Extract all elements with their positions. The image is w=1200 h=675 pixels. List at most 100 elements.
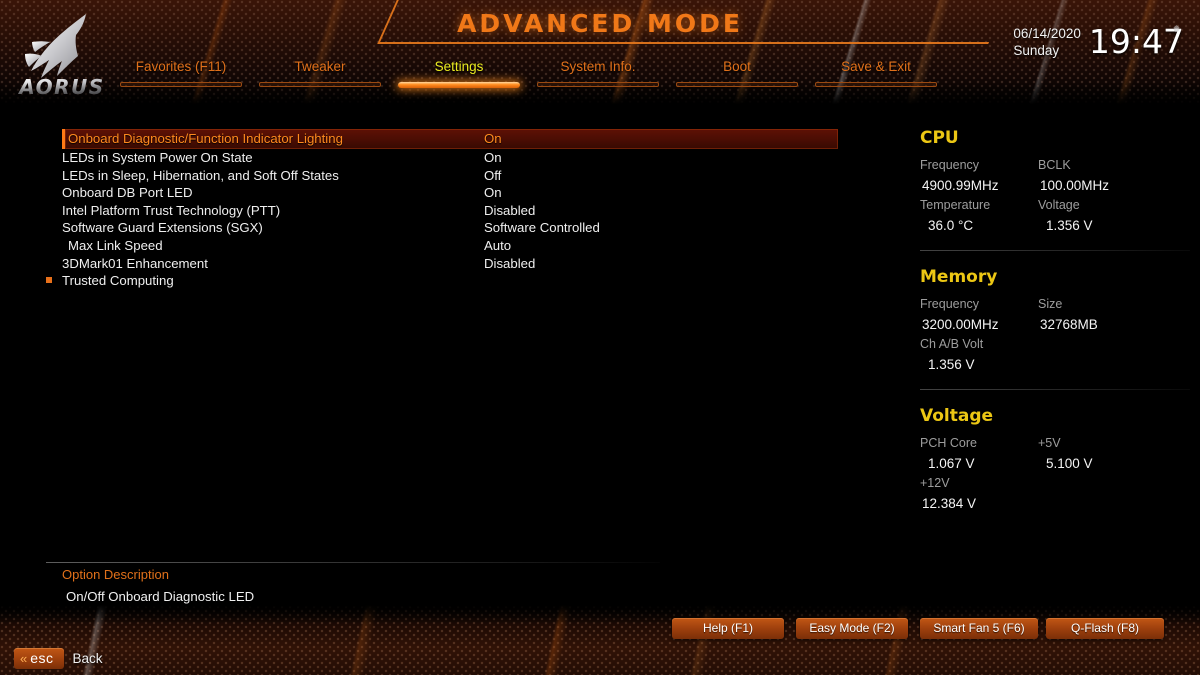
sidebar-metric: PCH Core 1.067 V (920, 434, 1038, 474)
setting-name: Onboard DB Port LED (62, 185, 193, 201)
tab-boot[interactable]: Boot (676, 58, 798, 87)
tab-underline (398, 82, 520, 88)
tab-favorites-f11[interactable]: Favorites (F11) (120, 58, 242, 87)
settings-row[interactable]: LEDs in Sleep, Hibernation, and Soft Off… (0, 167, 860, 185)
metric-value: 100.00MHz (1040, 178, 1110, 193)
metric-value: 12.384 V (922, 496, 977, 511)
tab-label: Favorites (F11) (135, 59, 227, 74)
tab-underline (815, 82, 937, 87)
setting-value[interactable]: Disabled (484, 202, 535, 220)
metric-label: Frequency (920, 297, 980, 311)
sidebar-divider (920, 250, 1190, 251)
sidebar-divider (920, 389, 1190, 390)
settings-row[interactable]: 3DMark01 Enhancement Disabled (0, 255, 860, 273)
setting-name: LEDs in System Power On State (62, 150, 253, 165)
option-description-title: Option Description (62, 567, 169, 582)
setting-value[interactable]: Off (484, 167, 501, 185)
tab-system-info[interactable]: System Info. (537, 58, 659, 87)
settings-row[interactable]: Trusted Computing (0, 272, 860, 290)
sidebar-metric: Size 32768MB (1038, 295, 1156, 335)
footer-button-q-flash-f8[interactable]: Q-Flash (F8) (1046, 618, 1164, 639)
metric-label: Temperature (920, 198, 991, 212)
settings-row[interactable]: Onboard Diagnostic/Function Indicator Li… (0, 129, 860, 149)
esc-key-badge[interactable]: «esc (14, 648, 64, 669)
setting-value[interactable]: On (484, 130, 502, 148)
setting-value[interactable]: On (484, 184, 502, 202)
tab-underline (120, 82, 242, 87)
settings-row[interactable]: LEDs in System Power On State On (0, 149, 860, 167)
footer-banner (0, 605, 1200, 675)
settings-row[interactable]: Intel Platform Trust Technology (PTT) Dis… (0, 202, 860, 220)
tab-underline (537, 82, 659, 87)
sidebar-metric-grid: Frequency 3200.00MHz Size 32768MB Ch A/B Vol… (920, 295, 1190, 375)
tab-underline (259, 82, 381, 87)
metric-value: 32768MB (1040, 317, 1098, 332)
bios-advanced-mode-screen: AORUS ADVANCED MODE 06/14/2020 Sunday 19… (0, 0, 1200, 675)
footer-button-help-f1[interactable]: Help (F1) (672, 618, 784, 639)
submenu-bullet-icon (46, 277, 52, 284)
option-description-text: On/Off Onboard Diagnostic LED (66, 589, 255, 604)
tab-label: Settings (434, 59, 484, 74)
metric-label: Ch A/B Volt (920, 337, 984, 351)
sidebar-section: Memory Frequency 3200.00MHz Size 32768MB Ch A… (920, 267, 1190, 375)
sidebar-metric: Voltage 1.356 V (1038, 196, 1156, 236)
metric-value: 1.356 V (1046, 218, 1093, 233)
time-text: 19:47 (1088, 22, 1184, 61)
tab-save-exit[interactable]: Save & Exit (815, 58, 937, 87)
date-day-block: 06/14/2020 Sunday (1013, 22, 1089, 59)
metric-value: 1.067 V (928, 456, 975, 471)
sidebar-metric-grid: PCH Core 1.067 V +5V 5.100 V +12V 12.384 V (920, 434, 1190, 514)
metric-value: 3200.00MHz (922, 317, 999, 332)
setting-name: Max Link Speed (68, 237, 163, 253)
back-label: Back (72, 651, 103, 666)
settings-row[interactable]: Onboard DB Port LED On (0, 184, 860, 202)
system-status-sidebar: CPU Frequency 4900.99MHz BCLK 100.00MHz Tempe… (920, 128, 1190, 524)
esc-back-control[interactable]: «esc Back (14, 648, 103, 669)
metric-value: 5.100 V (1046, 456, 1093, 471)
setting-name: Onboard Diagnostic/Function Indicator Li… (68, 131, 343, 146)
metric-value: 4900.99MHz (922, 178, 999, 193)
tab-settings[interactable]: Settings (398, 58, 520, 88)
tab-tweaker[interactable]: Tweaker (259, 58, 381, 87)
setting-name: 3DMark01 Enhancement (62, 255, 208, 271)
esc-key-label: esc (30, 650, 54, 666)
sidebar-metric: +12V 12.384 V (920, 474, 1038, 514)
metric-label: Frequency (920, 158, 980, 172)
metric-label: +12V (920, 476, 950, 490)
metric-label: Voltage (1038, 198, 1080, 212)
setting-value[interactable]: Software Controlled (484, 219, 600, 237)
metric-label: +5V (1038, 436, 1061, 450)
footer-button-easy-mode-f2[interactable]: Easy Mode (F2) (796, 618, 908, 639)
settings-list: Onboard Diagnostic/Function Indicator Li… (0, 129, 860, 290)
metric-value: 1.356 V (928, 357, 975, 372)
sidebar-metric: Frequency 3200.00MHz (920, 295, 1038, 335)
sidebar-section: Voltage PCH Core 1.067 V +5V 5.100 V +12V 12.3… (920, 406, 1190, 514)
main-navigation-tabs: Favorites (F11) Tweaker Settings System Inf… (0, 58, 1200, 96)
function-key-buttons: Help (F1) Easy Mode (F2) Smart Fan 5 (F6) Q… (0, 618, 1200, 640)
tab-label: Save & Exit (841, 59, 911, 74)
sidebar-section-title: Memory (920, 267, 998, 287)
metric-label: BCLK (1038, 158, 1071, 172)
tab-label: Tweaker (294, 59, 346, 74)
setting-name: Intel Platform Trust Technology (PTT) (62, 202, 281, 218)
settings-row[interactable]: Max Link Speed Auto (0, 237, 860, 255)
sidebar-section-title: Voltage (920, 406, 994, 426)
setting-value[interactable]: On (484, 149, 502, 167)
footer-button-smart-fan-5-f6[interactable]: Smart Fan 5 (F6) (920, 618, 1038, 639)
date-text: 06/14/2020 (1013, 26, 1081, 41)
tab-underline (676, 82, 798, 87)
sidebar-section-title: CPU (920, 128, 959, 148)
settings-row[interactable]: Software Guard Extensions (SGX) Software … (0, 219, 860, 237)
double-chevron-left-icon: « (20, 651, 28, 666)
setting-value[interactable]: Disabled (484, 255, 535, 273)
metric-value: 36.0 °C (928, 218, 974, 233)
sidebar-metric-grid: Frequency 4900.99MHz BCLK 100.00MHz Temperat… (920, 156, 1190, 236)
setting-value[interactable]: Auto (484, 237, 511, 255)
day-text: Sunday (1013, 43, 1060, 58)
sidebar-metric: Frequency 4900.99MHz (920, 156, 1038, 196)
sidebar-metric: +5V 5.100 V (1038, 434, 1156, 474)
gear-icon[interactable] (1171, 24, 1182, 35)
setting-name: Software Guard Extensions (SGX) (62, 220, 263, 236)
tab-label: System Info. (560, 59, 636, 74)
setting-name: Trusted Computing (62, 273, 174, 289)
